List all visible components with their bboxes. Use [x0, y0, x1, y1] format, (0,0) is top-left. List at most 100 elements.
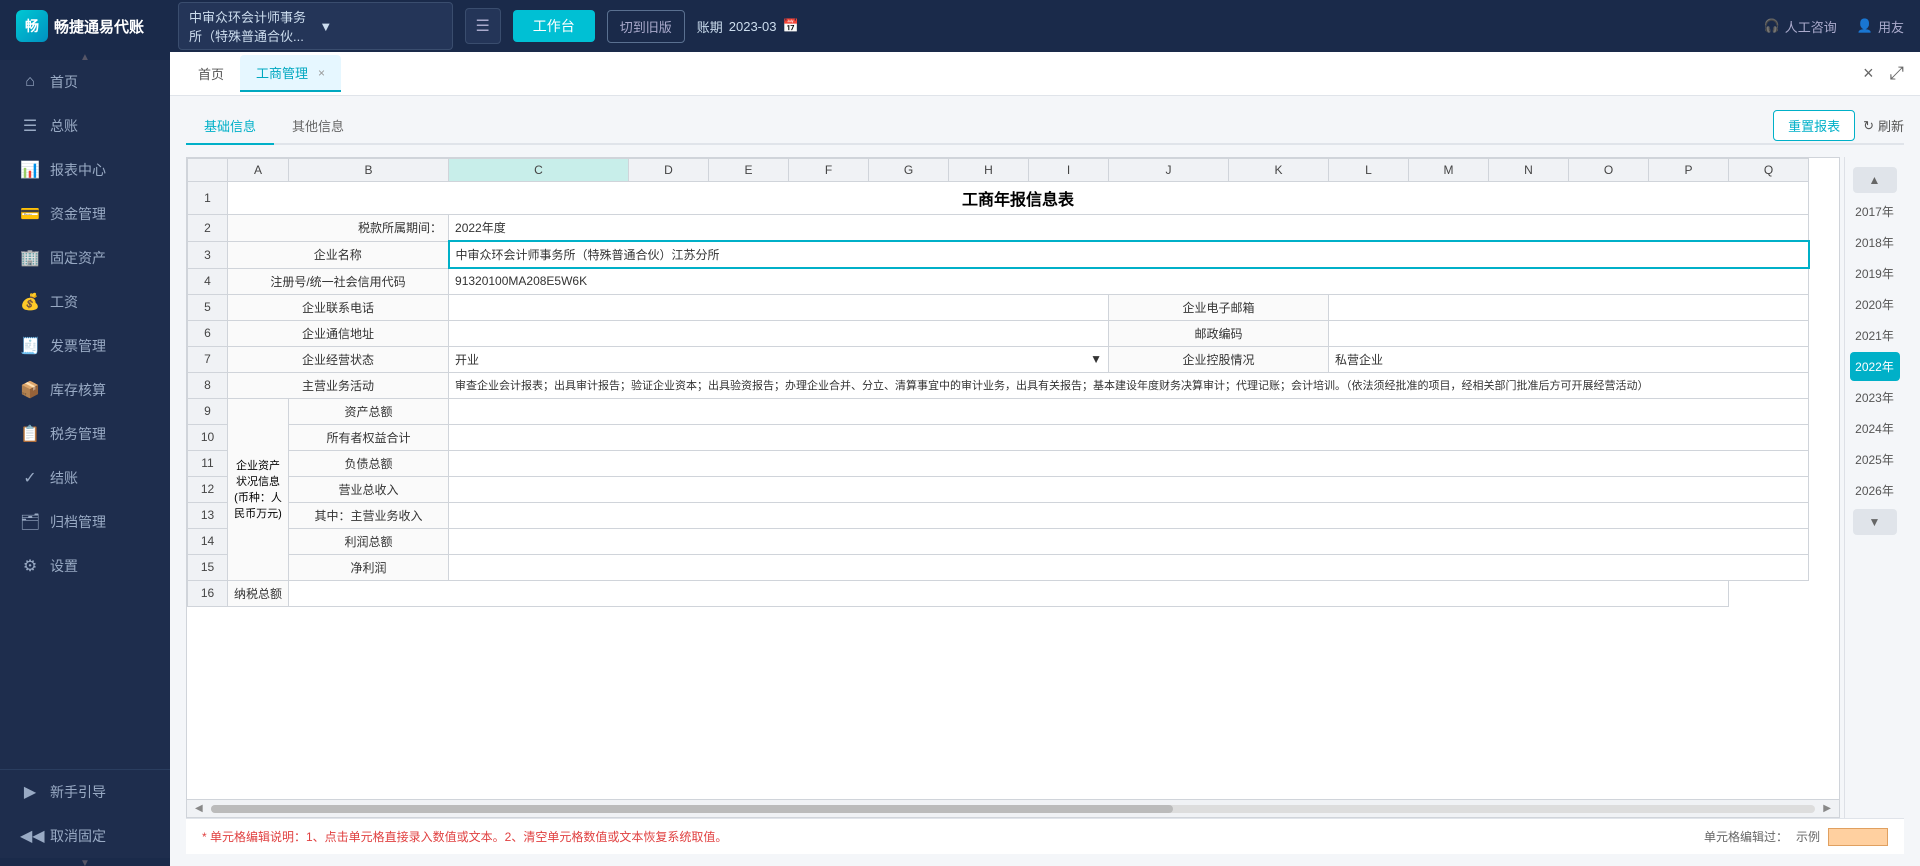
tab-business-management[interactable]: 工商管理 × [240, 55, 341, 92]
cell-15-value[interactable] [449, 554, 1809, 580]
sidebar-item-invoice[interactable]: 🧾 发票管理 [0, 324, 170, 368]
user-menu[interactable]: 👤 用友 [1857, 17, 1904, 36]
spreadsheet-scroll-area[interactable]: A B C D E F G H I J [187, 158, 1839, 799]
cell-12-value[interactable] [449, 476, 1809, 502]
col-header-a: A [228, 159, 289, 182]
cell-8-value[interactable]: 审查企业会计报表；出具审计报告；验证企业资本；出具验资报告；办理企业合并、分立、… [449, 372, 1809, 398]
year-item[interactable]: 2026年 [1850, 476, 1900, 505]
cell-11-label: 负债总额 [289, 450, 449, 476]
year-item[interactable]: 2021年 [1850, 321, 1900, 350]
refresh-icon: ↻ [1863, 118, 1874, 134]
table-row: 3 企业名称 中审众环会计师事务所（特殊普通合伙）江苏分所 [188, 241, 1809, 268]
sidebar-item-home[interactable]: ⌂ 首页 [0, 60, 170, 104]
content-area: 首页 工商管理 × × ⤢ 基础信息 其他信息 重置报表 ↻ [170, 52, 1920, 866]
calendar-icon[interactable]: 📅 [782, 18, 798, 34]
year-item[interactable]: 2020年 [1850, 290, 1900, 319]
app-logo: 畅 畅捷通易代账 [16, 10, 166, 42]
sub-tab-other[interactable]: 其他信息 [274, 108, 362, 145]
sidebar-scroll-up[interactable]: ▲ [0, 52, 170, 60]
sidebar-item-fixed-asset[interactable]: 🏢 固定资产 [0, 236, 170, 280]
sidebar-item-ledger[interactable]: ☰ 总账 [0, 104, 170, 148]
table-row: 8 主营业务活动 审查企业会计报表；出具审计报告；验证企业资本；出具验资报告；办… [188, 372, 1809, 398]
cell-6-zip[interactable] [1329, 320, 1809, 346]
table-row: 4 注册号/统一社会信用代码 91320100MA208E5W6K [188, 268, 1809, 294]
cell-7-holding[interactable]: 私营企业 [1329, 346, 1809, 372]
row-num-6: 6 [188, 320, 228, 346]
company-dropdown-icon: ▼ [319, 19, 441, 34]
row-num-11: 11 [188, 450, 228, 476]
cell-asset-label: 企业资产状况信息(币种：人民币万元) [228, 398, 289, 580]
inner-content: 基础信息 其他信息 重置报表 ↻ 刷新 [170, 96, 1920, 866]
archive-icon: 🗂 [20, 512, 40, 532]
sub-tab-basic[interactable]: 基础信息 [186, 108, 274, 145]
sidebar-item-newuser[interactable]: ▶ 新手引导 [0, 770, 170, 814]
cell-10-value[interactable] [449, 424, 1809, 450]
company-selector[interactable]: 中审众环会计师事务所（特殊普通合伙... ▼ [178, 2, 453, 50]
sidebar-item-label: 取消固定 [50, 826, 106, 846]
cell-5-phone[interactable] [449, 294, 1109, 320]
year-scroll-up-button[interactable]: ▲ [1853, 167, 1897, 193]
window-expand-button[interactable]: ⤢ [1886, 59, 1908, 88]
table-row: 1 工商年报信息表 [188, 182, 1809, 215]
inventory-icon: 📦 [20, 380, 40, 400]
fixed-asset-icon: 🏢 [20, 248, 40, 268]
h-scrollbar[interactable]: ◀ ▶ [187, 799, 1839, 817]
headset-icon: 🎧 [1764, 18, 1780, 34]
reset-report-button[interactable]: 重置报表 [1773, 110, 1855, 141]
h-scroll-thumb[interactable] [211, 805, 1174, 813]
year-item[interactable]: 2018年 [1850, 228, 1900, 257]
refresh-button[interactable]: ↻ 刷新 [1863, 110, 1904, 141]
sidebar-item-report[interactable]: 📊 报表中心 [0, 148, 170, 192]
sidebar-item-label: 首页 [50, 72, 78, 92]
row-num-3: 3 [188, 241, 228, 268]
cell-16-value[interactable] [289, 580, 1729, 606]
row-num-13: 13 [188, 502, 228, 528]
cell-13-value[interactable] [449, 502, 1809, 528]
tab-label: 工商管理 [256, 63, 308, 82]
year-item[interactable]: 2024年 [1850, 414, 1900, 443]
company-settings-icon[interactable]: ☰ [465, 8, 501, 44]
cell-4-value[interactable]: 91320100MA208E5W6K [449, 268, 1809, 294]
year-item[interactable]: 2025年 [1850, 445, 1900, 474]
cell-14-value[interactable] [449, 528, 1809, 554]
sidebar-item-unpin[interactable]: ◀◀ 取消固定 [0, 814, 170, 858]
scroll-left-arrow[interactable]: ◀ [191, 803, 207, 814]
sidebar-item-salary[interactable]: 💰 工资 [0, 280, 170, 324]
cell-5-email[interactable] [1329, 294, 1809, 320]
window-close-button[interactable]: × [1859, 59, 1878, 88]
year-item[interactable]: 2017年 [1850, 197, 1900, 226]
year-item[interactable]: 2023年 [1850, 383, 1900, 412]
sidebar-item-settings[interactable]: ⚙ 设置 [0, 544, 170, 588]
cell-title[interactable]: 工商年报信息表 [228, 182, 1809, 215]
cell-6-addr[interactable] [449, 320, 1109, 346]
table-row: 11 负债总额 [188, 450, 1809, 476]
sidebar-item-fund[interactable]: 💳 资金管理 [0, 192, 170, 236]
cell-2-value[interactable]: 2022年度 [449, 215, 1809, 242]
table-row: 9 企业资产状况信息(币种：人民币万元) 资产总额 [188, 398, 1809, 424]
sidebar-item-inventory[interactable]: 📦 库存核算 [0, 368, 170, 412]
table-row: 5 企业联系电话 企业电子邮箱 [188, 294, 1809, 320]
sidebar-item-checkout[interactable]: ✓ 结账 [0, 456, 170, 500]
year-item[interactable]: 2019年 [1850, 259, 1900, 288]
sidebar-scroll-down[interactable]: ▼ [0, 858, 170, 866]
scroll-right-arrow[interactable]: ▶ [1819, 803, 1835, 814]
cell-3-value[interactable]: 中审众环会计师事务所（特殊普通合伙）江苏分所 [449, 241, 1809, 268]
old-version-button[interactable]: 切到旧版 [607, 10, 685, 43]
cell-4-label: 注册号/统一社会信用代码 [228, 268, 449, 294]
cell-7-status[interactable]: 开业▼ [449, 346, 1109, 372]
workbench-button[interactable]: 工作台 [513, 10, 595, 42]
col-header-l: L [1329, 159, 1409, 182]
year-scroll-down-button[interactable]: ▼ [1853, 509, 1897, 535]
tab-home[interactable]: 首页 [182, 56, 240, 91]
consult-button[interactable]: 🎧 人工咨询 [1764, 17, 1837, 36]
cell-edit-label: 单元格编辑过： [1704, 828, 1788, 845]
year-item[interactable]: 2022年 [1850, 352, 1900, 381]
tab-close-icon[interactable]: × [318, 66, 325, 80]
user-icon: 👤 [1857, 18, 1873, 34]
sidebar-item-archive[interactable]: 🗂 归档管理 [0, 500, 170, 544]
cell-9-value[interactable] [449, 398, 1809, 424]
h-scroll-track[interactable] [211, 805, 1816, 813]
main-layout: ▲ ⌂ 首页 ☰ 总账 📊 报表中心 💳 资金管理 🏢 固定资产 💰 工资 🧾 … [0, 52, 1920, 866]
cell-11-value[interactable] [449, 450, 1809, 476]
sidebar-item-tax[interactable]: 📋 税务管理 [0, 412, 170, 456]
